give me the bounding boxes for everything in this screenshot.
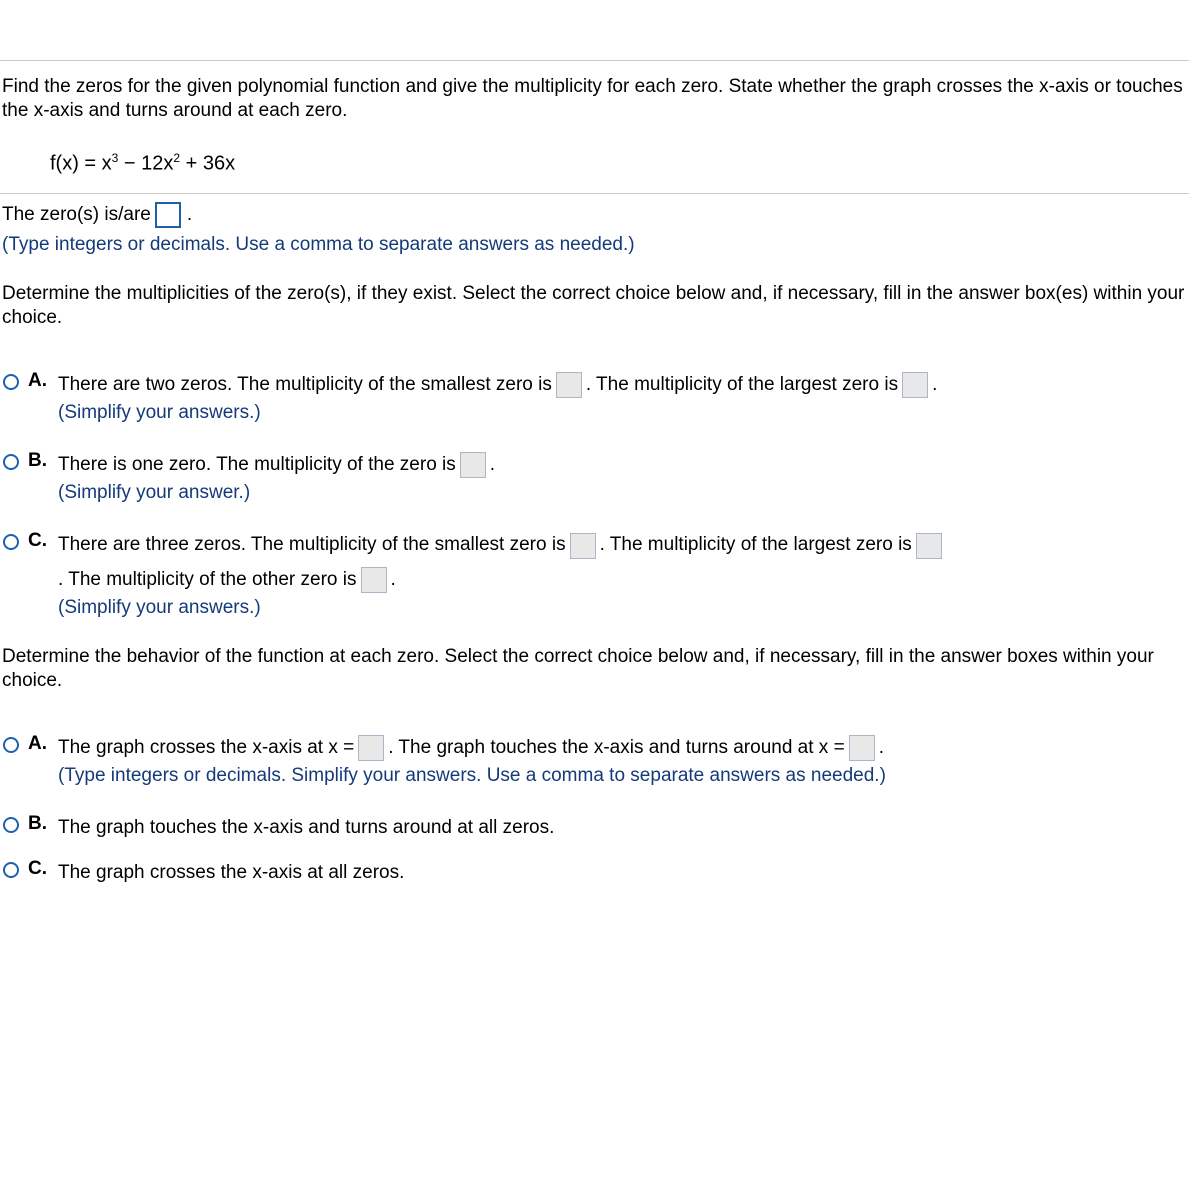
- mult-b-input-1[interactable]: [460, 452, 486, 478]
- mult-c-input-1[interactable]: [570, 533, 596, 559]
- zeros-after: .: [187, 204, 192, 226]
- behavior-prompt: Determine the behavior of the function a…: [2, 645, 1187, 693]
- mult-c-input-3[interactable]: [361, 567, 387, 593]
- question-prompt: Find the zeros for the given polynomial …: [2, 75, 1187, 123]
- option-hint: (Simplify your answer.): [58, 482, 1187, 504]
- option-text: The graph touches the x-axis and turns a…: [58, 813, 554, 843]
- option-letter: B.: [28, 450, 50, 472]
- radio-behavior-a[interactable]: [2, 736, 20, 754]
- mult-a-input-1[interactable]: [556, 372, 582, 398]
- option-text: .: [879, 733, 884, 763]
- option-text: There is one zero. The multiplicity of t…: [58, 450, 456, 480]
- option-text: .: [391, 565, 396, 595]
- option-letter: C.: [28, 858, 50, 880]
- option-text: .: [490, 450, 495, 480]
- formula-part: − 12x: [118, 152, 173, 174]
- behavior-a-input-2[interactable]: [849, 735, 875, 761]
- option-letter: B.: [28, 813, 50, 835]
- radio-mult-a[interactable]: [2, 373, 20, 391]
- option-text: There are three zeros. The multiplicity …: [58, 530, 566, 560]
- mult-a-input-2[interactable]: [902, 372, 928, 398]
- option-hint: (Simplify your answers.): [58, 597, 1187, 619]
- option-text: .: [932, 370, 937, 400]
- option-text: The graph crosses the x-axis at x =: [58, 733, 354, 763]
- zeros-hint: (Type integers or decimals. Use a comma …: [2, 234, 1187, 256]
- option-text: . The multiplicity of the largest zero i…: [600, 530, 912, 560]
- zeros-label: The zero(s) is/are: [2, 204, 151, 226]
- zeros-input[interactable]: [155, 202, 181, 228]
- option-letter: C.: [28, 530, 50, 552]
- option-text: The graph crosses the x-axis at all zero…: [58, 858, 404, 888]
- option-letter: A.: [28, 370, 50, 392]
- formula-part: f(x) = x: [50, 152, 112, 174]
- behavior-a-input-1[interactable]: [358, 735, 384, 761]
- option-letter: A.: [28, 733, 50, 755]
- radio-behavior-b[interactable]: [2, 816, 20, 834]
- option-text: . The multiplicity of the largest zero i…: [586, 370, 898, 400]
- polynomial-formula: f(x) = x3 − 12x2 + 36x: [50, 151, 1187, 176]
- mult-c-input-2[interactable]: [916, 533, 942, 559]
- option-hint: (Simplify your answers.): [58, 402, 1187, 424]
- option-hint: (Type integers or decimals. Simplify you…: [58, 765, 1187, 787]
- option-text: There are two zeros. The multiplicity of…: [58, 370, 552, 400]
- formula-part: + 36x: [180, 152, 235, 174]
- option-text: . The graph touches the x-axis and turns…: [388, 733, 844, 763]
- option-text: . The multiplicity of the other zero is: [58, 565, 357, 595]
- radio-behavior-c[interactable]: [2, 861, 20, 879]
- multiplicity-prompt: Determine the multiplicities of the zero…: [2, 282, 1187, 330]
- radio-mult-b[interactable]: [2, 453, 20, 471]
- radio-mult-c[interactable]: [2, 533, 20, 551]
